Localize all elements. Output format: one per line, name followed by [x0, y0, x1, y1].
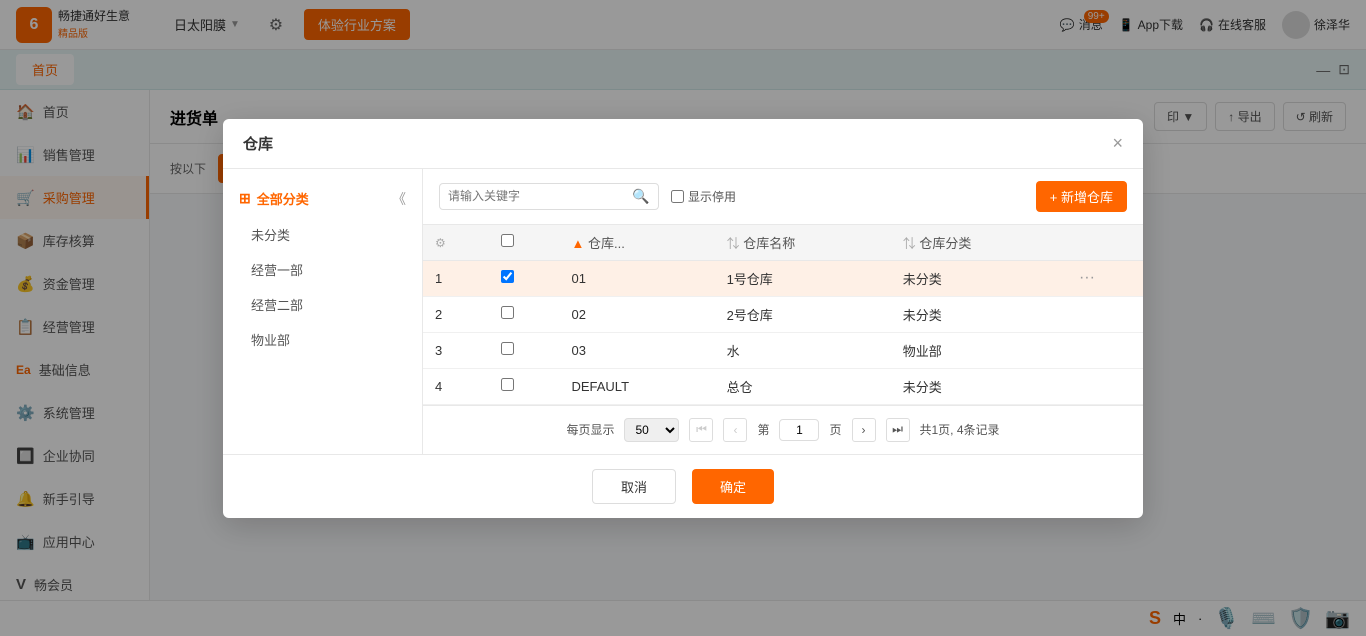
row-code: 02: [559, 296, 714, 332]
row-checkbox[interactable]: [501, 342, 514, 355]
col-actions: [1067, 225, 1143, 261]
row-name: 1号仓库: [715, 260, 891, 296]
row-actions: [1067, 296, 1143, 332]
select-all-checkbox[interactable]: [501, 234, 514, 247]
first-page-button[interactable]: ⏮: [689, 418, 713, 442]
search-icon[interactable]: 🔍: [632, 188, 649, 205]
col-name-sort-icon: ⇅: [727, 236, 740, 251]
col-code-sort-icon: ▲: [571, 236, 584, 251]
table-toolbar: 🔍 显示停用 + 新增仓库: [423, 169, 1143, 225]
all-categories-header[interactable]: ⊞ 全部分类 《: [223, 181, 422, 217]
row-actions: [1067, 332, 1143, 368]
category-ops-dept2[interactable]: 经营二部: [223, 287, 422, 322]
per-page-label: 每页显示: [566, 421, 614, 438]
row-name: 水: [715, 332, 891, 368]
row-code: 03: [559, 332, 714, 368]
cancel-button[interactable]: 取消: [592, 469, 676, 504]
table-row[interactable]: 4 DEFAULT 总仓 未分类: [423, 368, 1143, 404]
row-checkbox[interactable]: [501, 378, 514, 391]
next-page-button[interactable]: ›: [852, 418, 876, 442]
table-row[interactable]: 2 02 2号仓库 未分类: [423, 296, 1143, 332]
row-actions: [1067, 368, 1143, 404]
col-category: ⇅ 仓库分类: [891, 225, 1067, 261]
modal-header: 仓库 ×: [223, 119, 1143, 169]
row-checkbox-cell: [489, 260, 559, 296]
search-box: 🔍: [439, 183, 659, 210]
collapse-panel-button[interactable]: 《: [392, 189, 406, 209]
last-page-button[interactable]: ⏭: [886, 418, 910, 442]
categories-panel: ⊞ 全部分类 《 未分类 经营一部 经营二部 物业部: [223, 169, 423, 454]
table-panel: 🔍 显示停用 + 新增仓库 ⚙: [423, 169, 1143, 454]
row-code: 01: [559, 260, 714, 296]
modal-close-button[interactable]: ×: [1112, 133, 1123, 154]
modal-title: 仓库: [243, 133, 273, 154]
col-cat-sort-icon: ⇅: [903, 236, 916, 251]
warehouse-table-area: ⚙ ▲ 仓库... ⇅ 仓库名称: [423, 225, 1143, 405]
confirm-button[interactable]: 确定: [692, 469, 774, 504]
row-checkbox[interactable]: [501, 306, 514, 319]
row-index: 1: [423, 260, 489, 296]
show-disabled-checkbox[interactable]: [671, 190, 684, 203]
category-unclassified[interactable]: 未分类: [223, 217, 422, 252]
pagination: 每页显示 102050100 ⏮ ‹ 第 页 › ⏭ 共1页, 4条记录: [423, 405, 1143, 454]
row-index: 2: [423, 296, 489, 332]
row-code: DEFAULT: [559, 368, 714, 404]
category-property-dept[interactable]: 物业部: [223, 322, 422, 357]
table-row[interactable]: 1 01 1号仓库 未分类 ···: [423, 260, 1143, 296]
row-category: 物业部: [891, 332, 1067, 368]
row-name: 总仓: [715, 368, 891, 404]
all-categories-label: 全部分类: [257, 189, 309, 208]
row-category: 未分类: [891, 368, 1067, 404]
settings-col-icon[interactable]: ⚙: [435, 236, 446, 250]
modal-overlay[interactable]: 仓库 × ⊞ 全部分类 《 未分类 经营一部 经营二部: [0, 0, 1366, 636]
page-number-input[interactable]: [779, 419, 819, 441]
col-code: ▲ 仓库...: [559, 225, 714, 261]
warehouse-modal: 仓库 × ⊞ 全部分类 《 未分类 经营一部 经营二部: [223, 119, 1143, 518]
show-disabled-label: 显示停用: [688, 188, 736, 205]
search-input[interactable]: [448, 189, 628, 203]
modal-body: ⊞ 全部分类 《 未分类 经营一部 经营二部 物业部: [223, 169, 1143, 454]
row-name: 2号仓库: [715, 296, 891, 332]
per-page-select[interactable]: 102050100: [624, 418, 679, 442]
col-checkbox: [489, 225, 559, 261]
prev-page-button[interactable]: ‹: [723, 418, 747, 442]
row-more-button[interactable]: ···: [1079, 269, 1095, 287]
warehouse-table: ⚙ ▲ 仓库... ⇅ 仓库名称: [423, 225, 1143, 405]
row-category: 未分类: [891, 260, 1067, 296]
row-checkbox-cell: [489, 368, 559, 404]
row-index: 3: [423, 332, 489, 368]
col-settings: ⚙: [423, 225, 489, 261]
add-warehouse-button[interactable]: + 新增仓库: [1036, 181, 1127, 212]
category-ops-dept1[interactable]: 经营一部: [223, 252, 422, 287]
row-index: 4: [423, 368, 489, 404]
row-checkbox-cell: [489, 332, 559, 368]
total-records: 共1页, 4条记录: [920, 421, 1000, 438]
row-category: 未分类: [891, 296, 1067, 332]
row-checkbox[interactable]: [501, 270, 514, 283]
page-unit: 页: [829, 421, 841, 438]
col-name: ⇅ 仓库名称: [715, 225, 891, 261]
row-actions: ···: [1067, 260, 1143, 296]
grid-icon: ⊞: [239, 190, 251, 207]
row-checkbox-cell: [489, 296, 559, 332]
page-label: 第: [757, 421, 769, 438]
modal-footer: 取消 确定: [223, 454, 1143, 518]
table-row[interactable]: 3 03 水 物业部: [423, 332, 1143, 368]
show-disabled-checkbox-area: 显示停用: [671, 188, 736, 205]
